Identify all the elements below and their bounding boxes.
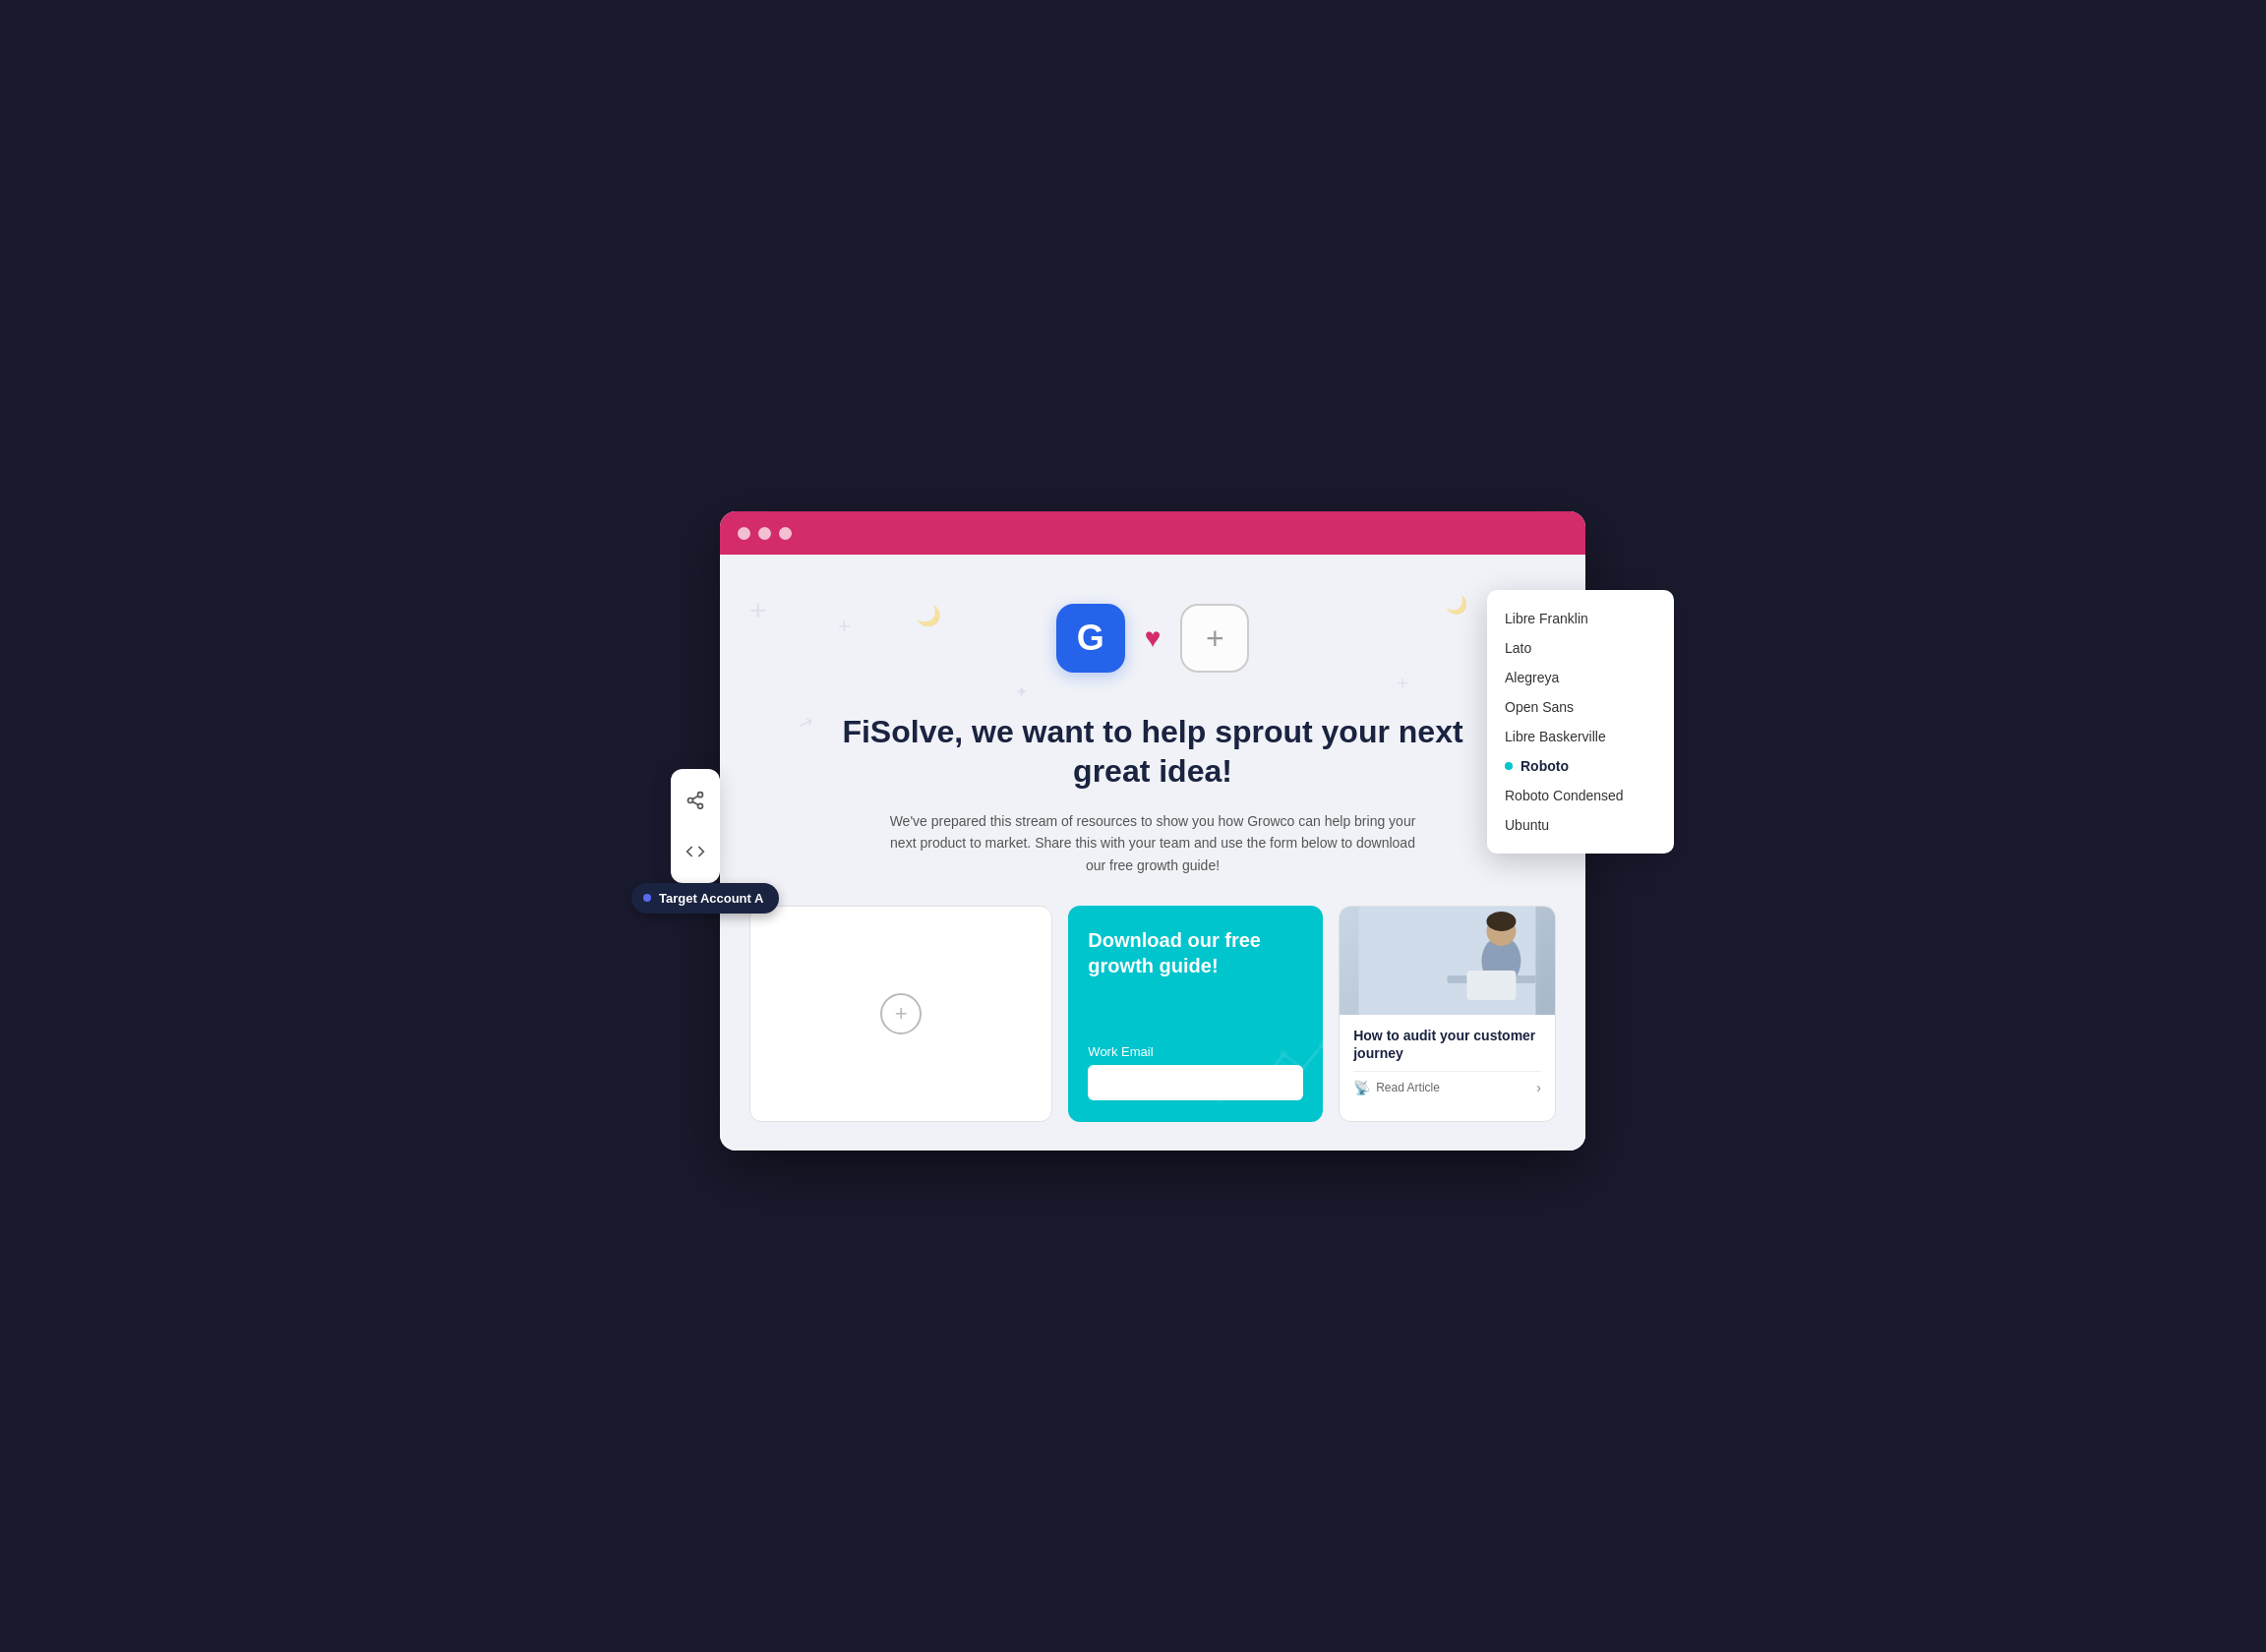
hero-section: FiSolve, we want to help sprout your nex… <box>720 712 1585 876</box>
font-dropdown: Libre Franklin Lato Alegreya Open Sans L… <box>1487 590 1674 854</box>
font-item-lato[interactable]: Lato <box>1487 633 1674 663</box>
hero-subtitle: We've prepared this stream of resources … <box>887 810 1418 876</box>
read-article-label: Read Article <box>1376 1081 1440 1094</box>
browser-window: + + + + ↗ ↗ 🌙 🌙 ✦ G ♥ + FiSolve, we want <box>720 511 1585 1150</box>
read-article-link[interactable]: 📡 Read Article › <box>1353 1071 1541 1095</box>
code-icon[interactable] <box>680 836 711 867</box>
plus-icon: + <box>1206 620 1224 657</box>
traffic-light-3 <box>779 527 792 540</box>
share-icon[interactable] <box>680 785 711 816</box>
browser-content: + + + + ↗ ↗ 🌙 🌙 ✦ G ♥ + FiSolve, we want <box>720 555 1585 1150</box>
article-image <box>1340 907 1555 1015</box>
empty-card[interactable]: + <box>749 906 1052 1122</box>
svg-rect-8 <box>1467 971 1517 1000</box>
work-email-input[interactable] <box>1088 1065 1303 1100</box>
browser-titlebar <box>720 511 1585 555</box>
growth-form: Work Email <box>1088 1044 1303 1100</box>
growth-card-title: Download our free growth guide! <box>1088 927 1303 978</box>
plus-icon: + <box>895 1001 908 1027</box>
chevron-right-icon: › <box>1536 1080 1541 1095</box>
work-email-label: Work Email <box>1088 1044 1303 1059</box>
heart-icon: ♥ <box>1145 622 1162 654</box>
article-body: How to audit your customer journey 📡 Rea… <box>1340 1015 1555 1121</box>
font-roboto-label: Roboto <box>1521 758 1569 774</box>
font-item-libre-franklin[interactable]: Libre Franklin <box>1487 604 1674 633</box>
font-item-ubuntu[interactable]: Ubuntu <box>1487 810 1674 840</box>
header-area: G ♥ + <box>720 555 1585 712</box>
traffic-lights <box>738 527 792 540</box>
svg-line-12 <box>692 801 698 804</box>
traffic-light-1 <box>738 527 750 540</box>
svg-point-7 <box>1487 912 1517 931</box>
svg-line-13 <box>692 796 698 798</box>
grammarly-letter: G <box>1077 618 1104 659</box>
target-account-label: Target Account A <box>659 891 763 906</box>
font-item-open-sans[interactable]: Open Sans <box>1487 692 1674 722</box>
target-account-badge[interactable]: Target Account A <box>631 883 779 914</box>
target-dot <box>643 894 651 902</box>
svg-point-10 <box>688 798 693 803</box>
add-integration-button[interactable]: + <box>1180 604 1249 673</box>
cards-row: + Download our free growth guide! <box>720 876 1585 1122</box>
growth-guide-card: Download our free growth guide! Work Ema… <box>1068 906 1323 1122</box>
traffic-light-2 <box>758 527 771 540</box>
scene: + + + + ↗ ↗ 🌙 🌙 ✦ G ♥ + FiSolve, we want <box>641 472 1625 1180</box>
font-active-indicator <box>1505 762 1513 770</box>
font-item-roboto-condensed[interactable]: Roboto Condensed <box>1487 781 1674 810</box>
hero-title: FiSolve, we want to help sprout your nex… <box>818 712 1487 791</box>
read-icon: 📡 <box>1353 1080 1370 1095</box>
grammarly-logo: G <box>1056 604 1125 673</box>
font-item-libre-baskerville[interactable]: Libre Baskerville <box>1487 722 1674 751</box>
add-content-button[interactable]: + <box>880 993 922 1034</box>
svg-point-9 <box>698 793 703 797</box>
sidebar-panel <box>671 769 720 883</box>
svg-point-11 <box>698 803 703 808</box>
font-item-alegreya[interactable]: Alegreya <box>1487 663 1674 692</box>
article-card: How to audit your customer journey 📡 Rea… <box>1339 906 1556 1122</box>
article-title: How to audit your customer journey <box>1353 1027 1541 1062</box>
font-item-roboto[interactable]: Roboto <box>1487 751 1674 781</box>
